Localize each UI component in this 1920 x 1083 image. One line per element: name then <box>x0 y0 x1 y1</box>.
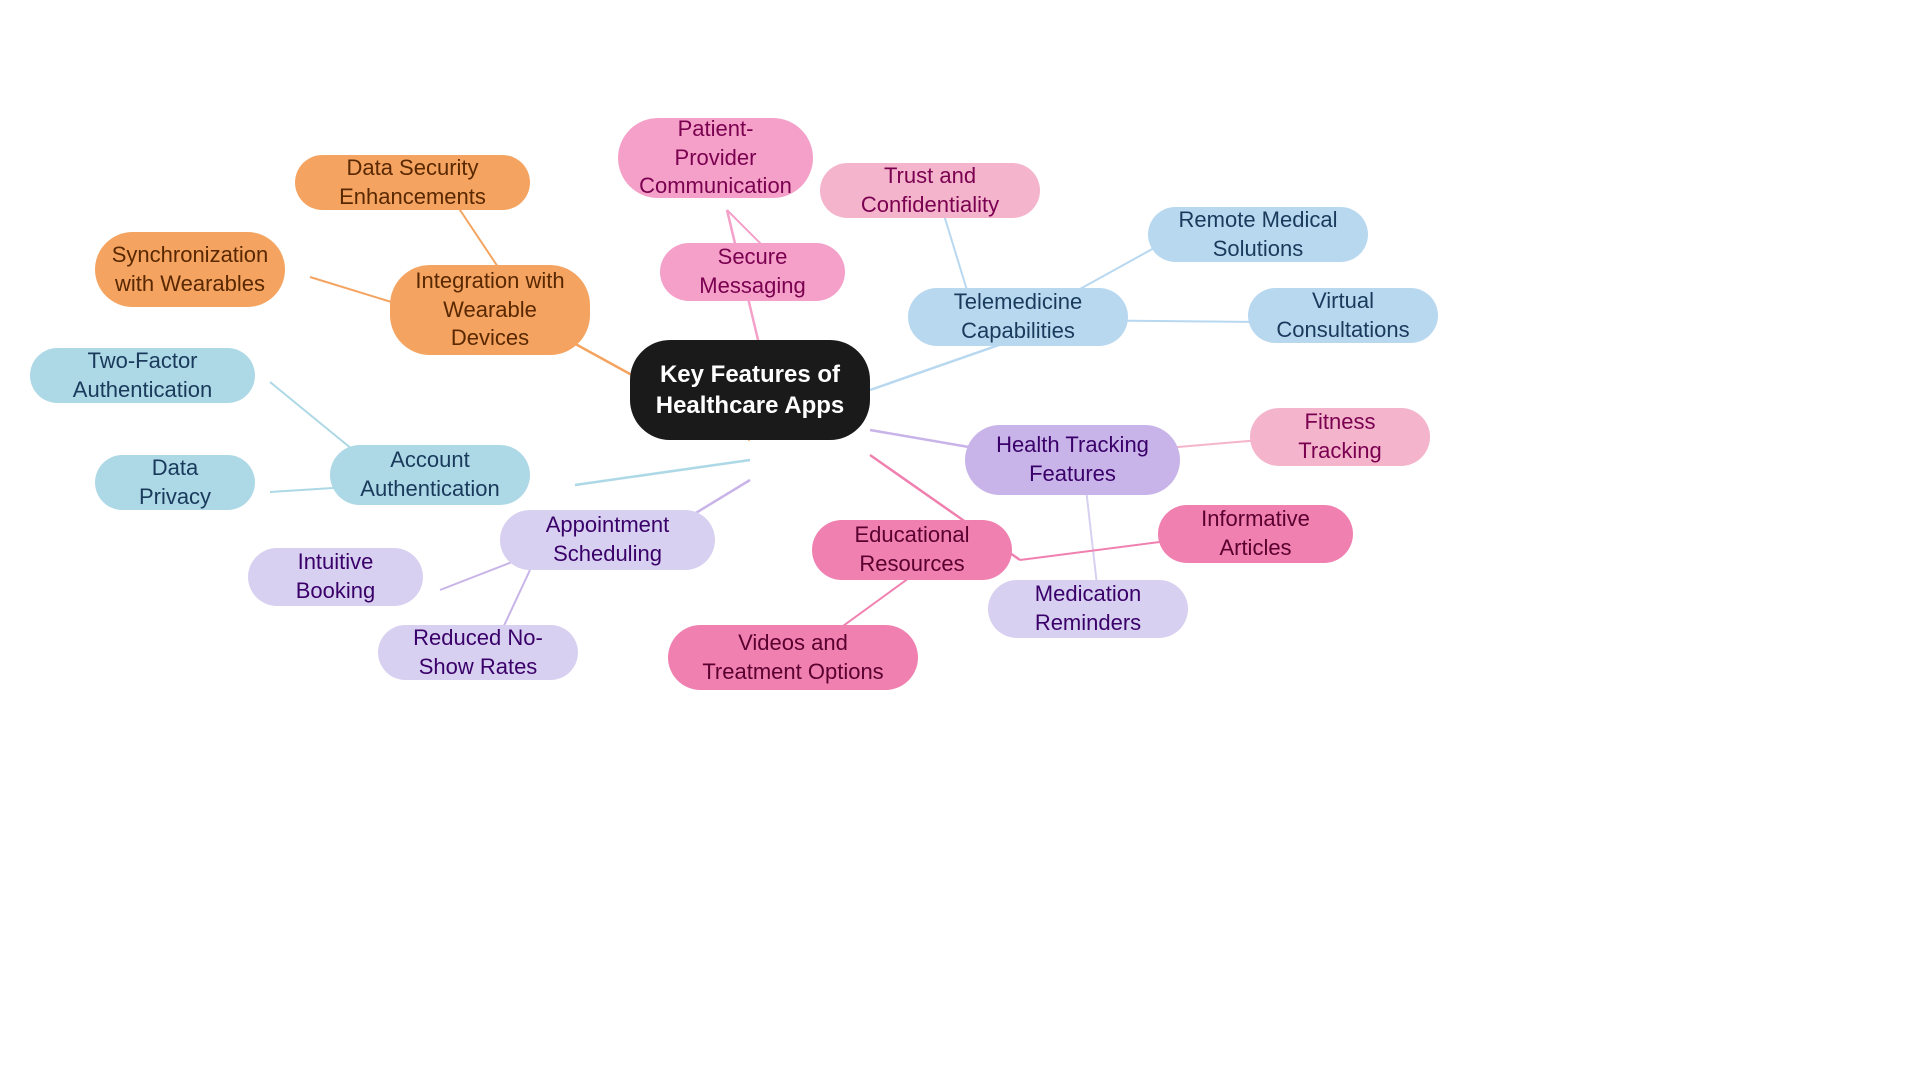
reduced-no-show-label: Reduced No-Show Rates <box>400 624 556 681</box>
telemedicine-label: Telemedicine Capabilities <box>930 288 1106 345</box>
center-label: Key Features of Healthcare Apps <box>652 359 848 421</box>
node-intuitive-booking: Intuitive Booking <box>248 548 423 606</box>
health-tracking-label: Health Tracking Features <box>987 431 1158 488</box>
remote-medical-label: Remote Medical Solutions <box>1170 206 1346 263</box>
node-reduced-no-show: Reduced No-Show Rates <box>378 625 578 680</box>
appointment-scheduling-label: Appointment Scheduling <box>522 511 693 568</box>
node-integration: Integration with Wearable Devices <box>390 265 590 355</box>
node-informative-articles: Informative Articles <box>1158 505 1353 563</box>
node-educational-resources: Educational Resources <box>812 520 1012 580</box>
patient-provider-label: Patient-Provider Communication <box>639 115 792 201</box>
trust-confidentiality-label: Trust and Confidentiality <box>842 162 1018 219</box>
videos-options-label: Videos and Treatment Options <box>690 629 896 686</box>
node-appointment-scheduling: Appointment Scheduling <box>500 510 715 570</box>
data-privacy-label: Data Privacy <box>117 454 233 511</box>
node-two-factor: Two-Factor Authentication <box>30 348 255 403</box>
node-telemedicine: Telemedicine Capabilities <box>908 288 1128 346</box>
sync-wearables-label: Synchronization with Wearables <box>112 241 269 298</box>
intuitive-booking-label: Intuitive Booking <box>270 548 401 605</box>
node-secure-msg: Secure Messaging <box>660 243 845 301</box>
node-health-tracking: Health Tracking Features <box>965 425 1180 495</box>
node-remote-medical: Remote Medical Solutions <box>1148 207 1368 262</box>
center-node: Key Features of Healthcare Apps <box>630 340 870 440</box>
integration-label: Integration with Wearable Devices <box>412 267 568 353</box>
node-fitness-tracking: Fitness Tracking <box>1250 408 1430 466</box>
node-virtual-consult: Virtual Consultations <box>1248 288 1438 343</box>
node-data-privacy: Data Privacy <box>95 455 255 510</box>
educational-resources-label: Educational Resources <box>834 521 990 578</box>
node-trust-confidentiality: Trust and Confidentiality <box>820 163 1040 218</box>
virtual-consult-label: Virtual Consultations <box>1270 287 1416 344</box>
node-data-security: Data Security Enhancements <box>295 155 530 210</box>
secure-msg-label: Secure Messaging <box>682 243 823 300</box>
account-auth-label: Account Authentication <box>352 446 508 503</box>
node-sync-wearables: Synchronization with Wearables <box>95 232 285 307</box>
two-factor-label: Two-Factor Authentication <box>52 347 233 404</box>
node-videos-options: Videos and Treatment Options <box>668 625 918 690</box>
informative-articles-label: Informative Articles <box>1180 505 1331 562</box>
medication-reminders-label: Medication Reminders <box>1010 580 1166 637</box>
node-medication-reminders: Medication Reminders <box>988 580 1188 638</box>
node-patient-provider: Patient-Provider Communication <box>618 118 813 198</box>
fitness-tracking-label: Fitness Tracking <box>1272 408 1408 465</box>
node-account-auth: Account Authentication <box>330 445 530 505</box>
data-security-label: Data Security Enhancements <box>317 154 508 211</box>
